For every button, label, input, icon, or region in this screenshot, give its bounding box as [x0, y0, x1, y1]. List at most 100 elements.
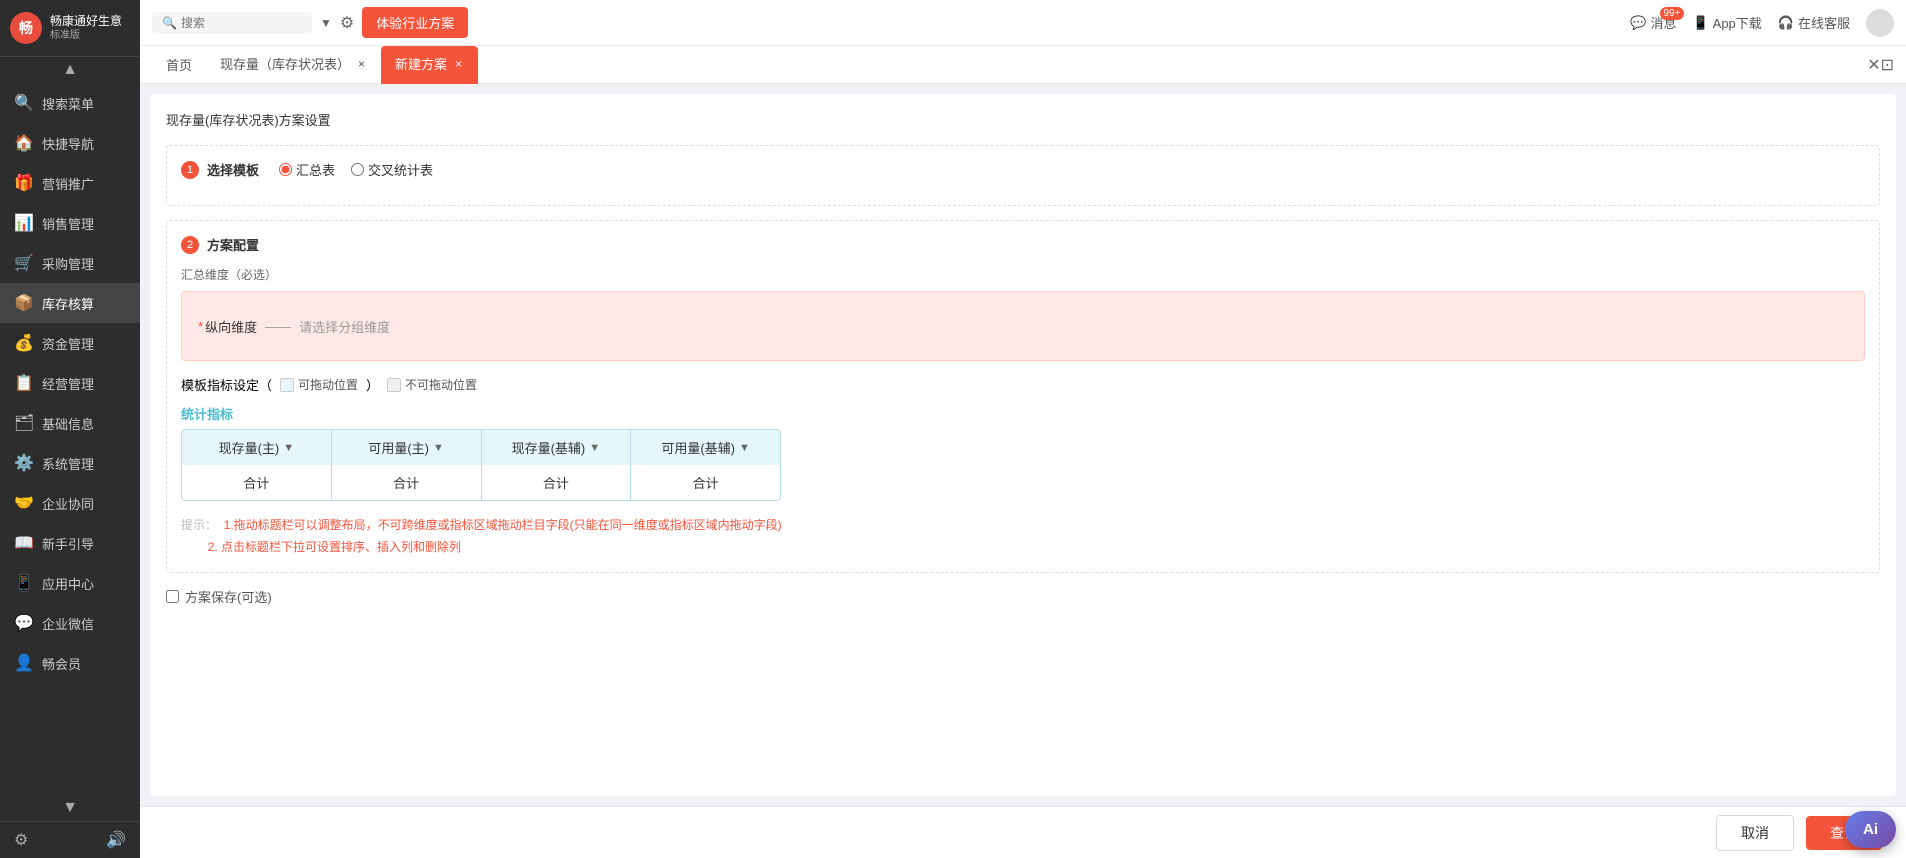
- body-col-4: 合计: [631, 465, 780, 500]
- search-icon: 🔍: [14, 93, 34, 113]
- sidebar-logo: 畅 畅康通好生意 标准版: [0, 0, 140, 57]
- message-icon: 💬: [1630, 15, 1646, 31]
- folder-icon: 🗂: [14, 413, 34, 433]
- stats-col-3: 现存量(基辅) ▼: [482, 430, 632, 465]
- chat-icon: 💬: [14, 613, 34, 633]
- sidebar-item-sales[interactable]: 📊 销售管理: [0, 203, 140, 243]
- tab1-close-btn[interactable]: ×: [356, 57, 367, 71]
- headset-icon: 🎧: [1778, 15, 1794, 31]
- sidebar: 畅 畅康通好生意 标准版 ▲ 🔍 搜索菜单 🏠 快捷导航 🎁 营销推广 📊 销售…: [0, 0, 140, 858]
- summary-dimension-label: 汇总维度（必选）: [181, 266, 1865, 283]
- dimension-area[interactable]: * 纵向维度 —— 请选择分组维度: [181, 291, 1865, 361]
- stats-table: 现存量(主) ▼ 可用量(主) ▼ 现存量(基辅) ▼: [181, 429, 781, 501]
- sidebar-item-finance[interactable]: 💰 资金管理: [0, 323, 140, 363]
- stats-title: 统计指标: [181, 407, 233, 422]
- template-radio-group: 汇总表 交叉统计表: [279, 160, 433, 179]
- section1-title: 选择模板: [207, 160, 259, 179]
- tips-line2: 2. 点击标题栏下拉可设置排序、插入列和删除列: [181, 537, 1865, 559]
- ai-fab-button[interactable]: Ai: [1845, 811, 1896, 848]
- section2-title: 方案配置: [207, 235, 259, 254]
- money-icon: 💰: [14, 333, 34, 353]
- tips-line1: 提示： 1.拖动标题栏可以调整布局，不可跨维度或指标区域拖动栏目字段(只能在同一…: [181, 515, 1865, 537]
- sidebar-item-corp-collab[interactable]: 🤝 企业协同: [0, 483, 140, 523]
- radio-cross-input[interactable]: [351, 163, 364, 176]
- sidebar-item-operations[interactable]: 📋 经营管理: [0, 363, 140, 403]
- draggable-toggle: 可拖动位置: [280, 376, 358, 393]
- col4-dropdown-btn[interactable]: ▼: [739, 442, 750, 454]
- search-input[interactable]: [181, 16, 281, 30]
- stats-col-4: 可用量(基辅) ▼: [631, 430, 780, 465]
- non-draggable-box: [387, 378, 401, 392]
- panel-expand-btn[interactable]: ⊡: [1881, 55, 1894, 75]
- sidebar-scroll-down[interactable]: ▼: [0, 795, 140, 821]
- logo-icon: 畅: [10, 12, 42, 44]
- section1-header: 1 选择模板 汇总表 交叉统计表: [181, 160, 1865, 179]
- app-download-btn[interactable]: 📱 App下载: [1692, 13, 1761, 32]
- stats-col-1: 现存量(主) ▼: [182, 430, 332, 465]
- gift-icon: 🎁: [14, 173, 34, 193]
- body-col-3: 合计: [482, 465, 632, 500]
- experience-btn[interactable]: 体验行业方案: [362, 7, 468, 38]
- settings-bottom-btn[interactable]: ⚙: [14, 830, 28, 850]
- search-bar[interactable]: 🔍: [152, 12, 312, 34]
- col2-dropdown-btn[interactable]: ▼: [433, 442, 444, 454]
- body-col-2: 合计: [332, 465, 482, 500]
- home-icon: 🏠: [14, 133, 34, 153]
- sidebar-item-search-menu[interactable]: 🔍 搜索菜单: [0, 83, 140, 123]
- cancel-button[interactable]: 取消: [1716, 815, 1794, 851]
- panel-close-btn[interactable]: ✕: [1867, 55, 1880, 75]
- topbar: 🔍 ▼ ⚙ 体验行业方案 💬 消息 99+ 📱 App下载 🎧 在线客服: [140, 0, 1906, 46]
- sidebar-scroll-up[interactable]: ▲: [0, 57, 140, 83]
- radio-summary-input[interactable]: [279, 163, 292, 176]
- box-icon: 📦: [14, 293, 34, 313]
- sidebar-item-system[interactable]: ⚙️ 系统管理: [0, 443, 140, 483]
- indicator-settings: 模板指标设定（ 可拖动位置 ） 不可拖动位置: [181, 375, 1865, 501]
- content-area: 现存量(库存状况表)方案设置 1 选择模板 汇总表 交叉统计表: [140, 84, 1906, 806]
- radio-cross[interactable]: 交叉统计表: [351, 160, 433, 179]
- section-config: 2 方案配置 汇总维度（必选） * 纵向维度 —— 请选择分组维度: [166, 220, 1880, 573]
- sound-btn[interactable]: 🔊: [106, 830, 126, 850]
- dimension-dash: ——: [265, 319, 291, 334]
- indicator-label: 模板指标设定（: [181, 375, 272, 394]
- col3-dropdown-btn[interactable]: ▼: [589, 442, 600, 454]
- sidebar-item-new-guide[interactable]: 📖 新手引导: [0, 523, 140, 563]
- stats-col-2: 可用量(主) ▼: [332, 430, 482, 465]
- handshake-icon: 🤝: [14, 493, 34, 513]
- dimension-label: 纵向维度: [205, 317, 257, 336]
- sidebar-item-inventory[interactable]: 📦 库存核算: [0, 283, 140, 323]
- save-checkbox[interactable]: [166, 590, 179, 603]
- sidebar-item-purchase[interactable]: 🛒 采购管理: [0, 243, 140, 283]
- stats-table-header: 现存量(主) ▼ 可用量(主) ▼ 现存量(基辅) ▼: [182, 430, 780, 465]
- radio-summary[interactable]: 汇总表: [279, 160, 335, 179]
- message-badge: 99+: [1660, 7, 1685, 20]
- col1-dropdown-btn[interactable]: ▼: [283, 442, 294, 454]
- search-dropdown-btn[interactable]: ▼: [320, 16, 332, 30]
- tab-new-scheme[interactable]: 新建方案 ×: [381, 46, 478, 84]
- non-draggable-toggle: 不可拖动位置: [387, 376, 477, 393]
- topbar-right: 💬 消息 99+ 📱 App下载 🎧 在线客服: [1630, 9, 1894, 37]
- sidebar-item-member[interactable]: 👤 畅会员: [0, 643, 140, 683]
- topbar-settings-btn[interactable]: ⚙: [340, 13, 354, 33]
- sidebar-item-base-info[interactable]: 🗂 基础信息: [0, 403, 140, 443]
- bottom-bar: 取消 查询: [140, 806, 1906, 858]
- tab-inventory[interactable]: 现存量（库存状况表） ×: [206, 46, 381, 84]
- online-service-btn[interactable]: 🎧 在线客服: [1778, 13, 1850, 32]
- book-icon: 📖: [14, 533, 34, 553]
- section2-num: 2: [181, 236, 199, 254]
- draggable-box: [280, 378, 294, 392]
- sidebar-item-quick-nav[interactable]: 🏠 快捷导航: [0, 123, 140, 163]
- clipboard-icon: 📋: [14, 373, 34, 393]
- user-icon: 👤: [14, 653, 34, 673]
- sidebar-item-corp-wechat[interactable]: 💬 企业微信: [0, 603, 140, 643]
- config-section: 汇总维度（必选） * 纵向维度 —— 请选择分组维度 模板指标设定（: [181, 266, 1865, 558]
- required-mark: *: [198, 319, 203, 334]
- tab2-close-btn[interactable]: ×: [453, 57, 464, 71]
- indicator-toggles: 模板指标设定（ 可拖动位置 ） 不可拖动位置: [181, 375, 1865, 394]
- sidebar-nav: 🔍 搜索菜单 🏠 快捷导航 🎁 营销推广 📊 销售管理 🛒 采购管理 📦 库存核…: [0, 83, 140, 795]
- cart-icon: 🛒: [14, 253, 34, 273]
- section2-header: 2 方案配置: [181, 235, 1865, 254]
- tab-home[interactable]: 首页: [152, 55, 206, 74]
- sidebar-item-marketing[interactable]: 🎁 营销推广: [0, 163, 140, 203]
- sidebar-item-app-center[interactable]: 📱 应用中心: [0, 563, 140, 603]
- message-btn[interactable]: 💬 消息 99+: [1630, 13, 1676, 32]
